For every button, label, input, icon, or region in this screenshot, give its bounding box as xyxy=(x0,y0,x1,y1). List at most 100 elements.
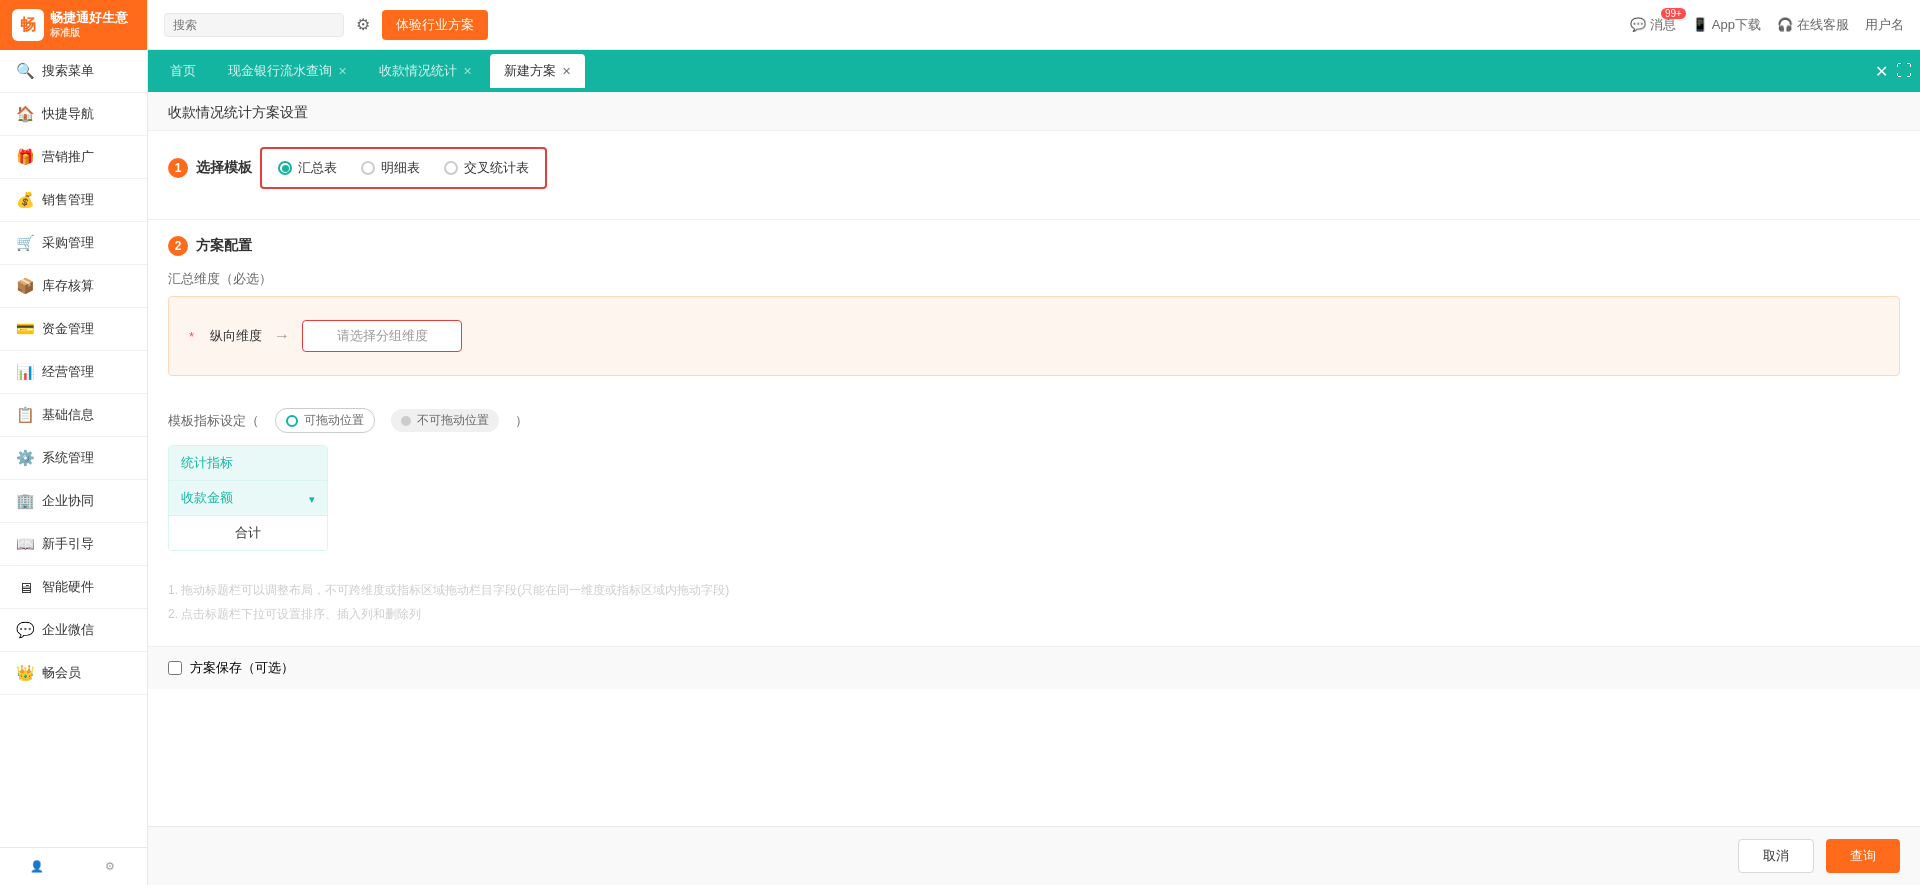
sidebar-item-enterprise[interactable]: 🏢 企业协同 xyxy=(0,480,147,523)
user-info[interactable]: 用户名 xyxy=(1865,16,1904,34)
non-draggable-dot xyxy=(401,416,411,426)
sidebar-item-sales[interactable]: 💰 销售管理 xyxy=(0,179,147,222)
sidebar-item-hardware[interactable]: 🖥 智能硬件 xyxy=(0,566,147,609)
sidebar-item-search[interactable]: 🔍 搜索菜单 xyxy=(0,50,147,93)
step1-section: 1 选择模板 汇总表 明细表 交叉统计 xyxy=(148,131,1920,219)
save-row: 方案保存（可选） xyxy=(148,646,1920,689)
step2-num: 2 xyxy=(168,236,188,256)
sidebar-icon-inventory: 📦 xyxy=(16,277,34,295)
sidebar-item-basic-info[interactable]: 📋 基础信息 xyxy=(0,394,147,437)
tab-close-all-icon[interactable]: ✕ xyxy=(1875,62,1888,81)
stats-label-row: 统计指标 xyxy=(169,446,327,481)
app-version: 标准版 xyxy=(50,26,128,40)
sidebar-label-capital: 资金管理 xyxy=(42,320,94,338)
step2-title: 方案配置 xyxy=(196,237,252,255)
sidebar-item-guide[interactable]: 📖 新手引导 xyxy=(0,523,147,566)
sidebar-icon-weixin: 💬 xyxy=(16,621,34,639)
radio-summary-circle xyxy=(278,161,292,175)
sidebar-footer-item-1[interactable]: 👤 xyxy=(0,856,74,877)
search-input[interactable] xyxy=(164,13,344,37)
tab-new-plan[interactable]: 新建方案 ✕ xyxy=(490,54,585,88)
radio-cross[interactable]: 交叉统计表 xyxy=(444,159,529,177)
tab-bank[interactable]: 现金银行流水查询✕ xyxy=(214,54,361,88)
top-header: ⚙ 体验行业方案 💬 消息 99+ 📱 App下载 🎧 在线客服 用户名 xyxy=(148,0,1920,50)
tab-maximize-icon[interactable]: ⛶ xyxy=(1896,62,1912,81)
notification-badge: 99+ xyxy=(1661,8,1686,19)
draggable-label: 可拖动位置 xyxy=(304,412,364,429)
dim-select-button[interactable]: 请选择分组维度 xyxy=(302,320,462,352)
sidebar-item-inventory[interactable]: 📦 库存核算 xyxy=(0,265,147,308)
indicator-section: 模板指标设定（ 可拖动位置 不可拖动位置 ） 统计指标 收款金额 xyxy=(148,408,1920,570)
sidebar-label-inventory: 库存核算 xyxy=(42,277,94,295)
col-header-row[interactable]: 收款金额 xyxy=(169,481,327,516)
user-name: 用户名 xyxy=(1865,16,1904,34)
sidebar-label-purchase: 采购管理 xyxy=(42,234,94,252)
radio-cross-label: 交叉统计表 xyxy=(464,159,529,177)
sidebar: 畅 畅捷通好生意 标准版 🔍 搜索菜单🏠 快捷导航🎁 营销推广💰 销售管理🛒 采… xyxy=(0,0,148,885)
sidebar-label-marketing: 营销推广 xyxy=(42,148,94,166)
app-logo: 畅 畅捷通好生意 标准版 xyxy=(0,0,147,50)
template-select-row: 汇总表 明细表 交叉统计表 xyxy=(260,147,547,189)
logo-icon: 畅 xyxy=(12,9,44,41)
tab-close-bank[interactable]: ✕ xyxy=(338,65,347,78)
sidebar-item-capital[interactable]: 💳 资金管理 xyxy=(0,308,147,351)
sidebar-label-sales: 销售管理 xyxy=(42,191,94,209)
sidebar-label-weixin: 企业微信 xyxy=(42,621,94,639)
tab-collection[interactable]: 收款情况统计✕ xyxy=(365,54,486,88)
sidebar-label-search: 搜索菜单 xyxy=(42,62,94,80)
sidebar-icon-hardware: 🖥 xyxy=(16,578,34,596)
notification-button[interactable]: 💬 消息 99+ xyxy=(1630,16,1676,34)
indicator-header: 模板指标设定（ 可拖动位置 不可拖动位置 ） xyxy=(168,408,1900,433)
radio-detail[interactable]: 明细表 xyxy=(361,159,420,177)
col-chevron-icon xyxy=(309,491,315,506)
col-sub-cell: 合计 xyxy=(169,516,327,550)
sidebar-icon-basic-info: 📋 xyxy=(16,406,34,424)
trial-button[interactable]: 体验行业方案 xyxy=(382,10,488,40)
radio-detail-label: 明细表 xyxy=(381,159,420,177)
radio-summary[interactable]: 汇总表 xyxy=(278,159,337,177)
radio-cross-circle xyxy=(444,161,458,175)
cancel-button[interactable]: 取消 xyxy=(1738,839,1814,873)
sidebar-icon-purchase: 🛒 xyxy=(16,234,34,252)
sidebar-icon-system: ⚙️ xyxy=(16,449,34,467)
tab-close-new-plan[interactable]: ✕ xyxy=(562,65,571,78)
sidebar-item-quick-nav[interactable]: 🏠 快捷导航 xyxy=(0,93,147,136)
sidebar-label-member: 畅会员 xyxy=(42,664,81,682)
sidebar-icon-marketing: 🎁 xyxy=(16,148,34,166)
arrow-icon: → xyxy=(274,327,290,345)
sidebar-footer-item-2[interactable]: ⚙ xyxy=(74,856,148,877)
sidebar-item-marketing[interactable]: 🎁 营销推广 xyxy=(0,136,147,179)
sidebar-item-system[interactable]: ⚙️ 系统管理 xyxy=(0,437,147,480)
sidebar-icon-capital: 💳 xyxy=(16,320,34,338)
page-title: 收款情况统计方案设置 xyxy=(148,92,1920,131)
draggable-badge: 可拖动位置 xyxy=(275,408,375,433)
step1-num: 1 xyxy=(168,158,188,178)
gear-icon[interactable]: ⚙ xyxy=(356,15,370,34)
footer-bar: 取消 查询 xyxy=(148,826,1920,885)
download-button[interactable]: 📱 App下载 xyxy=(1692,16,1761,34)
service-button[interactable]: 🎧 在线客服 xyxy=(1777,16,1849,34)
tab-home[interactable]: 首页 xyxy=(156,54,210,88)
sidebar-item-purchase[interactable]: 🛒 采购管理 xyxy=(0,222,147,265)
query-button[interactable]: 查询 xyxy=(1826,839,1900,873)
save-checkbox[interactable] xyxy=(168,661,182,675)
tab-bar: 首页现金银行流水查询✕收款情况统计✕ 新建方案 ✕ ✕ ⛶ xyxy=(148,50,1920,92)
app-name: 畅捷通好生意 xyxy=(50,10,128,26)
sidebar-label-system: 系统管理 xyxy=(42,449,94,467)
sidebar-icon-enterprise: 🏢 xyxy=(16,492,34,510)
sidebar-label-management: 经营管理 xyxy=(42,363,94,381)
non-draggable-badge: 不可拖动位置 xyxy=(391,409,499,432)
col-header: 收款金额 xyxy=(181,489,233,507)
col-sub: 合计 xyxy=(235,524,261,542)
sidebar-label-hardware: 智能硬件 xyxy=(42,578,94,596)
step2-section: 2 方案配置 汇总维度（必选） * 纵向维度 → 请选择分组维度 xyxy=(148,220,1920,408)
headset-icon: 🎧 xyxy=(1777,17,1793,32)
sidebar-item-weixin[interactable]: 💬 企业微信 xyxy=(0,609,147,652)
sidebar-item-member[interactable]: 👑 畅会员 xyxy=(0,652,147,695)
content-area: 收款情况统计方案设置 1 选择模板 汇总表 明细表 xyxy=(148,92,1920,826)
tab-label-new-plan: 新建方案 xyxy=(504,62,556,80)
tab-close-collection[interactable]: ✕ xyxy=(463,65,472,78)
sidebar-icon-search: 🔍 xyxy=(16,62,34,80)
sidebar-item-management[interactable]: 📊 经营管理 xyxy=(0,351,147,394)
step1-title: 选择模板 xyxy=(196,159,252,177)
